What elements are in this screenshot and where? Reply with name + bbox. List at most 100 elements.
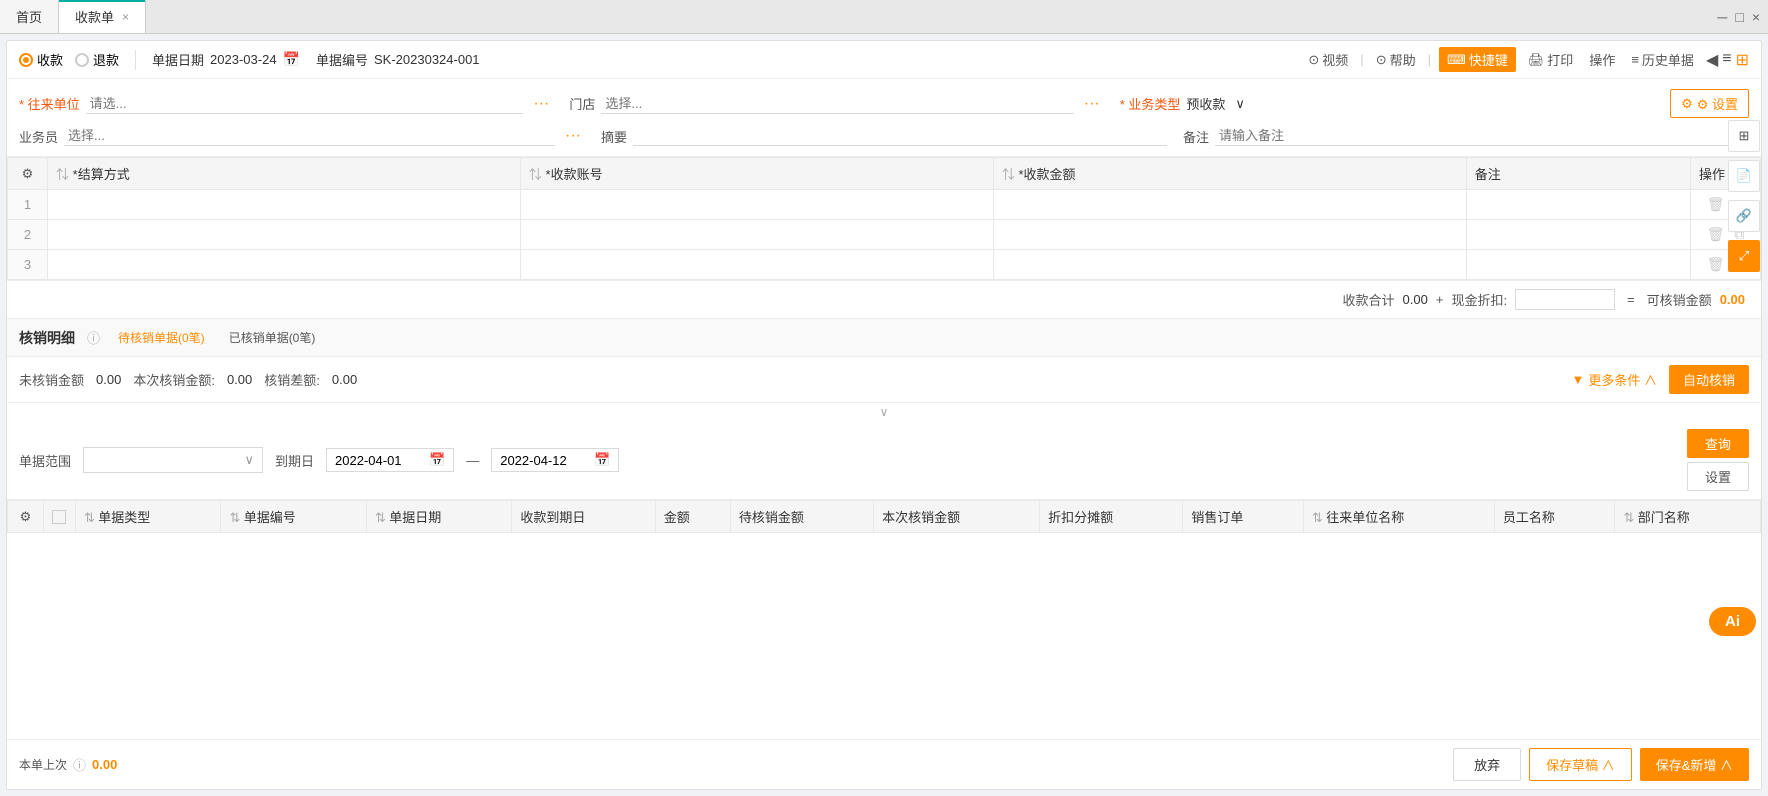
history-button[interactable]: ≡ 历史单据 xyxy=(1627,48,1698,71)
calendar-from-icon[interactable]: 📅 xyxy=(429,452,445,468)
close-window-button[interactable]: × xyxy=(1752,9,1760,25)
layout-prev-icon[interactable]: ◀ xyxy=(1706,50,1718,70)
calendar-to-icon[interactable]: 📅 xyxy=(594,452,610,468)
tab-bar: 首页 收款单 × ─ □ × xyxy=(0,0,1768,34)
amount-cell-1[interactable] xyxy=(993,190,1466,220)
maximize-button[interactable]: □ xyxy=(1735,9,1743,25)
bottom-bar: 本单上次 ⓘ 0.00 放弃 保存草稿 ∧ 保存&新增 ∧ xyxy=(7,739,1761,789)
summary-label: 摘要 xyxy=(601,127,627,146)
date-to-wrap: 📅 xyxy=(491,448,619,472)
help-icon: ⊙ xyxy=(1376,52,1387,68)
total-value: 0.00 xyxy=(1403,292,1428,307)
amount-cell-2[interactable] xyxy=(993,220,1466,250)
delete-icon-2[interactable]: 🗑 xyxy=(1707,226,1725,242)
writeoff-stats: 未核销金额 0.00 本次核销金额: 0.00 核销差额: 0.00 ▼ 更多条… xyxy=(7,357,1761,403)
col-payment-method: ⇅ *结算方式 xyxy=(48,158,521,190)
sidebar-doc-icon[interactable]: 📄 xyxy=(1728,160,1760,192)
payment-method-cell-2[interactable] xyxy=(48,220,521,250)
writeoff-title: 核销明细 xyxy=(19,328,75,348)
layout-grid-icon[interactable]: ⊞ xyxy=(1736,50,1749,70)
pending-tab[interactable]: 待核销单据(0笔) xyxy=(112,327,211,348)
layout-list-icon[interactable]: ≡ xyxy=(1722,50,1731,70)
staff-more-icon[interactable]: ··· xyxy=(561,127,585,145)
save-new-button[interactable]: 保存&新增 ∧ xyxy=(1640,748,1749,781)
range-filter-area: 单据范围 ∨ 到期日 📅 — 📅 查询 设置 xyxy=(7,421,1761,500)
biz-type-value: 预收款 xyxy=(1186,94,1225,113)
payment-method-cell-1[interactable] xyxy=(48,190,521,220)
radio-refund[interactable]: 退款 xyxy=(75,50,119,69)
video-button[interactable]: ⊙ 视频 xyxy=(1304,48,1352,71)
payment-method-cell-3[interactable] xyxy=(48,250,521,280)
date-from-input[interactable] xyxy=(335,453,425,468)
sidebar-expand-icon[interactable]: ⤢ xyxy=(1728,240,1760,272)
video-icon: ⊙ xyxy=(1308,52,1319,68)
operations-button[interactable]: 操作 xyxy=(1585,48,1619,71)
form-row-1: * 往来单位 ··· 门店 ··· * 业务类型 预收款 ∨ ⚙ ⚙ 设置 xyxy=(19,89,1749,118)
calendar-icon[interactable]: 📅 xyxy=(283,51,300,68)
note-input[interactable] xyxy=(1215,126,1749,146)
date-from-wrap: 📅 xyxy=(326,448,454,472)
uncancelled-value: 0.00 xyxy=(96,372,121,387)
tab-receipt[interactable]: 收款单 × xyxy=(59,0,146,33)
radio-receive[interactable]: 收款 xyxy=(19,50,63,69)
ai-badge[interactable]: Ai xyxy=(1709,607,1756,636)
range-select[interactable]: ∨ xyxy=(83,447,263,473)
counterpart-input[interactable] xyxy=(86,94,524,114)
sort-icon: ⇅ xyxy=(1623,510,1634,525)
note-cell-1[interactable] xyxy=(1466,190,1690,220)
collapse-icon[interactable]: ∨ xyxy=(880,405,889,419)
settings-button-2[interactable]: 设置 xyxy=(1687,462,1749,491)
table-settings-icon[interactable]: ⚙ xyxy=(22,166,34,181)
note-label: 备注 xyxy=(1183,127,1209,146)
bottom-table: ⚙ ⇅ 单据类型 ⇅ 单据编号 ⇅ 单据日期 xyxy=(7,500,1761,533)
col-account: ⇅ *收款账号 xyxy=(520,158,993,190)
writeoff-section-header: 核销明细 ⓘ 待核销单据(0笔) 已核销单据(0笔) xyxy=(7,318,1761,357)
date-to-input[interactable] xyxy=(500,453,590,468)
sort-icon: ⇅ xyxy=(1002,167,1015,182)
help-button[interactable]: ⊙ 帮助 xyxy=(1372,48,1420,71)
done-tab[interactable]: 已核销单据(0笔) xyxy=(223,327,322,348)
amount-cell-3[interactable] xyxy=(993,250,1466,280)
delete-icon-3[interactable]: 🗑 xyxy=(1707,256,1725,272)
col-doc-date: ⇅ 单据日期 xyxy=(366,501,511,533)
tab-receipt-label: 收款单 xyxy=(75,7,114,26)
discard-button[interactable]: 放弃 xyxy=(1453,748,1521,781)
date-separator: — xyxy=(466,453,479,468)
col-amount: ⇅ *收款金额 xyxy=(993,158,1466,190)
note-cell-3[interactable] xyxy=(1466,250,1690,280)
staff-input[interactable] xyxy=(64,126,555,146)
discount-input[interactable] xyxy=(1515,289,1615,310)
auto-clear-button[interactable]: 自动核销 xyxy=(1669,365,1749,394)
shortcut-label: 快捷键 xyxy=(1469,50,1508,69)
writeoff-info-icon[interactable]: ⓘ xyxy=(87,328,100,347)
sidebar-table-icon[interactable]: ⊞ xyxy=(1728,120,1760,152)
bottom-info-icon[interactable]: ⓘ xyxy=(73,755,86,774)
account-cell-3[interactable] xyxy=(520,250,993,280)
more-filters-button[interactable]: ▼ 更多条件 ∧ xyxy=(1571,370,1657,389)
save-draft-button[interactable]: 保存草稿 ∧ xyxy=(1529,748,1632,781)
shortcut-button[interactable]: ⌨ 快捷键 xyxy=(1439,47,1516,72)
tab-close-icon[interactable]: × xyxy=(122,10,129,24)
sidebar-link-icon[interactable]: 🔗 xyxy=(1728,200,1760,232)
store-input[interactable] xyxy=(601,94,1073,114)
account-cell-1[interactable] xyxy=(520,190,993,220)
tab-home[interactable]: 首页 xyxy=(0,0,59,33)
note-cell-2[interactable] xyxy=(1466,220,1690,250)
print-button[interactable]: 🖨 打印 xyxy=(1524,48,1578,71)
summary-input[interactable] xyxy=(633,126,1167,146)
select-all-checkbox[interactable] xyxy=(52,510,66,524)
operations-label: 操作 xyxy=(1589,50,1615,69)
account-cell-2[interactable] xyxy=(520,220,993,250)
bottom-settings-icon[interactable]: ⚙ xyxy=(20,509,32,524)
query-button[interactable]: 查询 xyxy=(1687,429,1749,458)
delete-icon-1[interactable]: 🗑 xyxy=(1707,196,1725,212)
settings-button[interactable]: ⚙ ⚙ 设置 xyxy=(1670,89,1749,118)
date-value: 2023-03-24 xyxy=(210,52,277,67)
biz-type-arrow[interactable]: ∨ xyxy=(1235,96,1245,112)
layout-icons: ◀ ≡ ⊞ xyxy=(1706,50,1749,70)
store-more-icon[interactable]: ··· xyxy=(1080,95,1104,113)
minimize-button[interactable]: ─ xyxy=(1717,9,1727,25)
collapse-row: ∨ xyxy=(7,403,1761,421)
col-pending-amount: 待核销金额 xyxy=(730,501,873,533)
counterpart-more-icon[interactable]: ··· xyxy=(529,95,553,113)
